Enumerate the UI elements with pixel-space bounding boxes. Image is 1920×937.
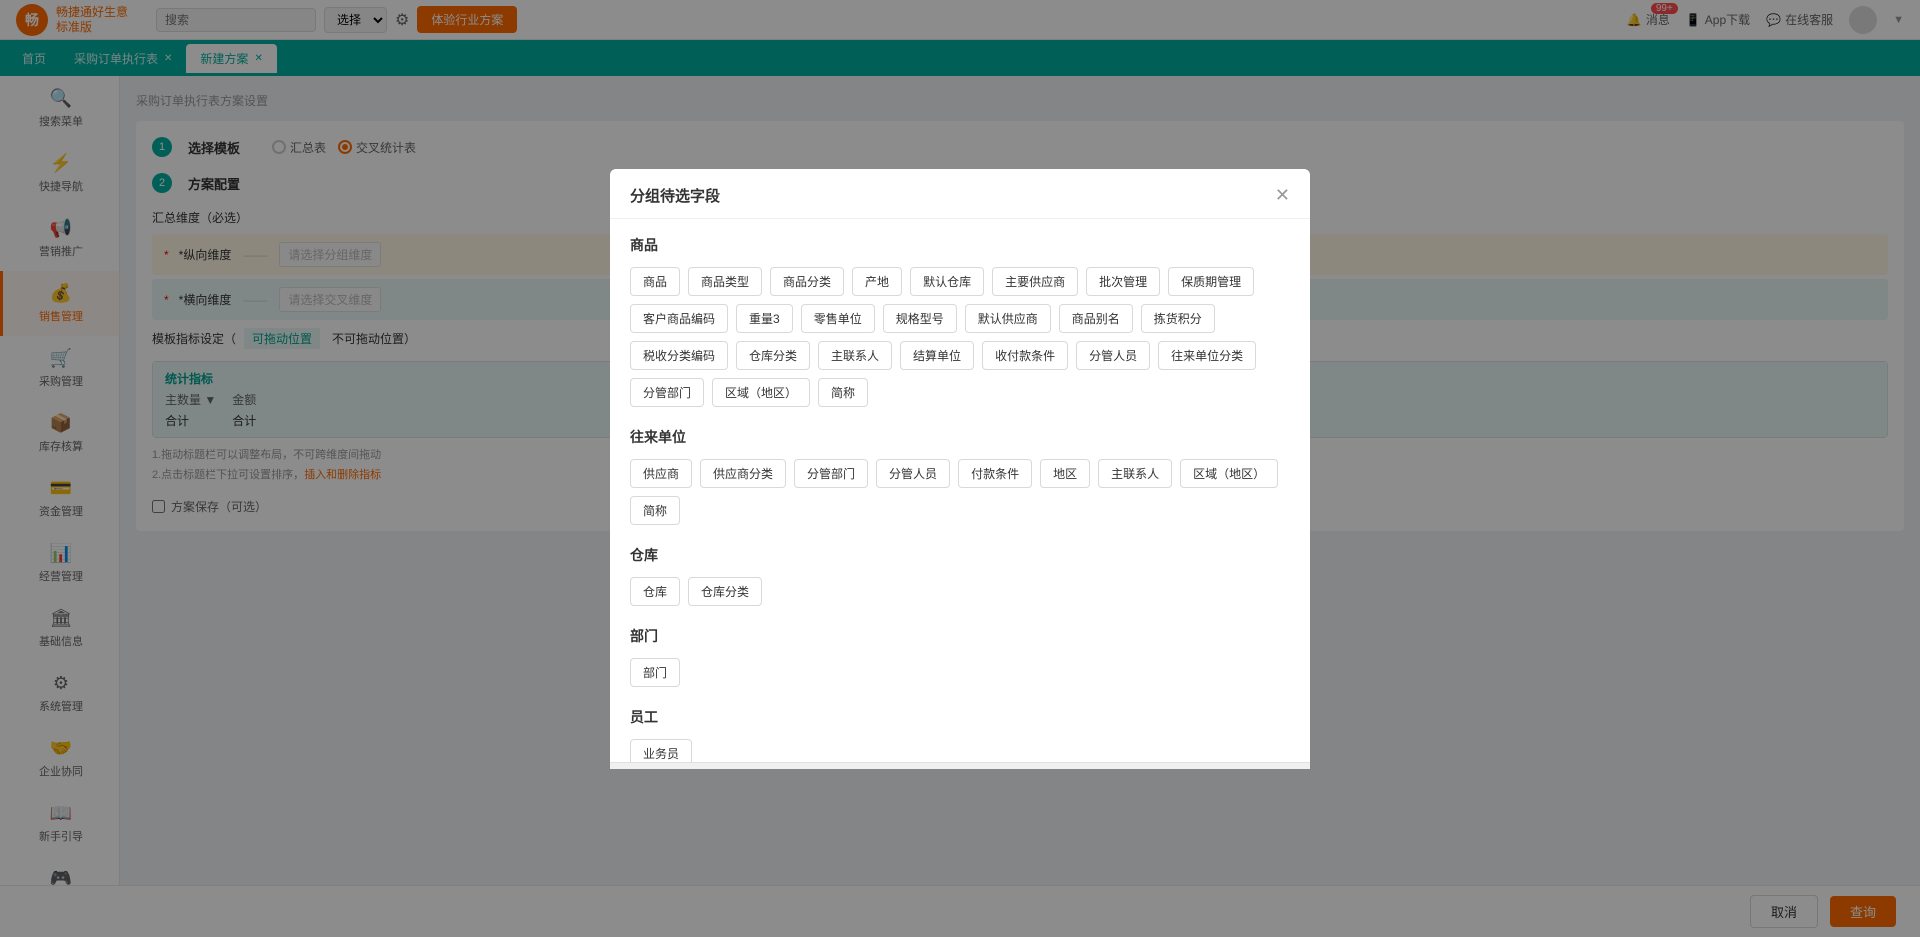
field-tag-1-3[interactable]: 分管人员	[876, 459, 950, 488]
field-tag-0-4[interactable]: 默认仓库	[910, 267, 984, 296]
field-group-1: 往来单位供应商供应商分类分管部门分管人员付款条件地区主联系人区域（地区） 简称	[630, 427, 1290, 525]
field-tag-0-13[interactable]: 商品别名	[1059, 304, 1133, 333]
field-tags-0: 商品商品类型商品分类产地默认仓库主要供应商批次管理保质期管理客户商品编码重量3 零…	[630, 267, 1290, 407]
field-tags-1: 供应商供应商分类分管部门分管人员付款条件地区主联系人区域（地区） 简称	[630, 459, 1290, 525]
modal-close-icon[interactable]: ✕	[1275, 185, 1290, 206]
field-group-title-4: 员工	[630, 707, 1290, 727]
field-tag-0-8[interactable]: 客户商品编码	[630, 304, 728, 333]
field-tag-1-8[interactable]: 简称	[630, 496, 680, 525]
field-group-2: 仓库仓库仓库分类	[630, 545, 1290, 606]
field-tag-0-23[interactable]: 区域（地区）	[712, 378, 810, 407]
field-tag-0-14[interactable]: 拣货积分	[1141, 304, 1215, 333]
field-group-0: 商品商品商品类型商品分类产地默认仓库主要供应商批次管理保质期管理客户商品编码重量…	[630, 235, 1290, 407]
field-tags-4: 业务员	[630, 739, 1290, 762]
field-tag-3-0[interactable]: 部门	[630, 658, 680, 687]
field-tag-0-3[interactable]: 产地	[852, 267, 902, 296]
field-tag-1-2[interactable]: 分管部门	[794, 459, 868, 488]
field-tag-0-15[interactable]: 税收分类编码	[630, 341, 728, 370]
field-group-4: 员工业务员	[630, 707, 1290, 762]
field-tag-0-21[interactable]: 往来单位分类	[1158, 341, 1256, 370]
modal-title: 分组待选字段	[630, 185, 720, 206]
field-tag-0-1[interactable]: 商品类型	[688, 267, 762, 296]
field-group-title-3: 部门	[630, 626, 1290, 646]
field-tag-0-6[interactable]: 批次管理	[1086, 267, 1160, 296]
field-tag-0-18[interactable]: 结算单位	[900, 341, 974, 370]
field-tag-2-1[interactable]: 仓库分类	[688, 577, 762, 606]
field-tag-0-19[interactable]: 收付款条件	[982, 341, 1068, 370]
field-tag-1-6[interactable]: 主联系人	[1098, 459, 1172, 488]
field-tag-2-0[interactable]: 仓库	[630, 577, 680, 606]
field-tag-0-7[interactable]: 保质期管理	[1168, 267, 1254, 296]
field-group-title-2: 仓库	[630, 545, 1290, 565]
field-tag-0-2[interactable]: 商品分类	[770, 267, 844, 296]
field-tag-1-0[interactable]: 供应商	[630, 459, 692, 488]
field-tag-4-0[interactable]: 业务员	[630, 739, 692, 762]
field-tag-0-0[interactable]: 商品	[630, 267, 680, 296]
field-tag-0-5[interactable]: 主要供应商	[992, 267, 1078, 296]
field-tag-1-7[interactable]: 区域（地区）	[1180, 459, 1278, 488]
modal-body[interactable]: 商品商品商品类型商品分类产地默认仓库主要供应商批次管理保质期管理客户商品编码重量…	[610, 219, 1310, 762]
field-group-3: 部门部门	[630, 626, 1290, 687]
field-tag-0-12[interactable]: 默认供应商	[965, 304, 1051, 333]
field-tag-0-11[interactable]: 规格型号	[883, 304, 957, 333]
modal-scroll-bar	[610, 762, 1310, 769]
field-tag-1-4[interactable]: 付款条件	[958, 459, 1032, 488]
field-tag-1-5[interactable]: 地区	[1040, 459, 1090, 488]
field-group-title-1: 往来单位	[630, 427, 1290, 447]
field-group-title-0: 商品	[630, 235, 1290, 255]
field-tag-0-20[interactable]: 分管人员	[1076, 341, 1150, 370]
field-tag-0-24[interactable]: 简称	[818, 378, 868, 407]
field-tags-2: 仓库仓库分类	[630, 577, 1290, 606]
modal-header: 分组待选字段 ✕	[610, 169, 1310, 219]
field-tag-0-17[interactable]: 主联系人	[818, 341, 892, 370]
field-tag-0-10[interactable]: 零售单位	[801, 304, 875, 333]
field-tag-1-1[interactable]: 供应商分类	[700, 459, 786, 488]
field-tag-0-16[interactable]: 仓库分类	[736, 341, 810, 370]
modal: 分组待选字段 ✕ 商品商品商品类型商品分类产地默认仓库主要供应商批次管理保质期管…	[610, 169, 1310, 769]
field-tag-0-22[interactable]: 分管部门	[630, 378, 704, 407]
field-tags-3: 部门	[630, 658, 1290, 687]
field-tag-0-9[interactable]: 重量3	[736, 304, 793, 333]
modal-overlay: 分组待选字段 ✕ 商品商品商品类型商品分类产地默认仓库主要供应商批次管理保质期管…	[0, 0, 1920, 937]
